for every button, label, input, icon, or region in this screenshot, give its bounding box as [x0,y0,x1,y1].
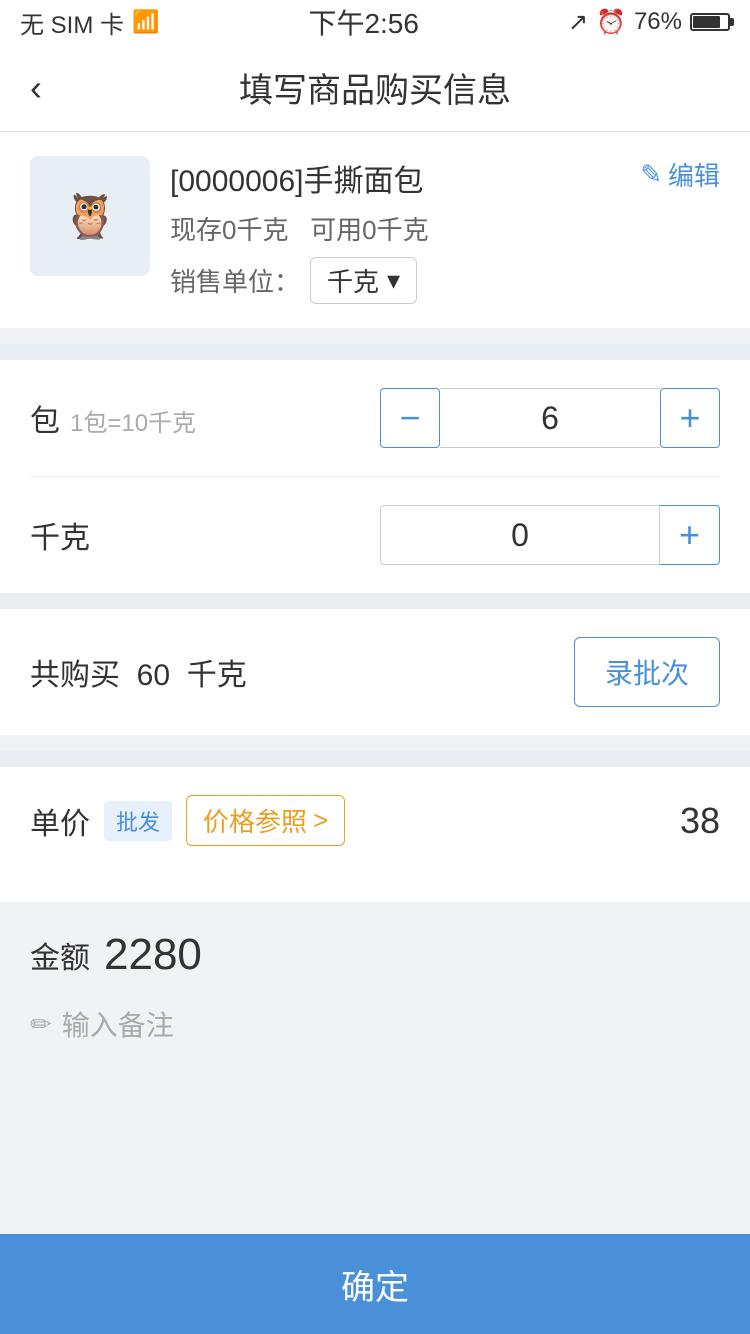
price-value: 38 [680,800,720,842]
price-reference-button[interactable]: 价格参照 > [186,795,345,846]
pack-hint: 1包=10千克 [70,403,196,438]
price-row: 单价 批发 价格参照 > 38 [30,795,720,846]
edit-button[interactable]: ✎ 编辑 [640,156,720,193]
product-info: [0000006]手撕面包 现存0千克 可用0千克 销售单位： 千克 ▾ [170,156,620,304]
pencil-icon: ✏ [30,1009,52,1040]
carrier-text: 无 SIM 卡 [20,5,124,40]
total-label: 共购买 60 千克 [30,650,247,694]
pack-quantity-control: − + [380,388,720,448]
location-icon: ↗ [568,8,588,37]
nav-bar: ‹ 填写商品购买信息 [0,44,750,132]
remark-placeholder[interactable]: 输入备注 [62,1004,174,1044]
confirm-button[interactable]: 确定 [0,1234,750,1334]
price-section: 单价 批发 价格参照 > 38 [0,767,750,902]
section-divider-3 [0,751,750,767]
amount-value: 2280 [104,930,202,980]
status-bar: 无 SIM 卡 📶 下午2:56 ↗ ⏰ 76% [0,0,750,44]
amount-section: 金额 2280 ✏ 输入备注 [0,902,750,1222]
amount-row: 金额 2280 [30,930,720,980]
kg-label: 千克 [30,513,90,557]
pack-quantity-input[interactable] [440,388,660,448]
kg-plus-button[interactable]: + [660,505,720,565]
wifi-icon: 📶 [132,9,159,35]
chevron-right-icon: > [313,805,328,836]
pack-minus-button[interactable]: − [380,388,440,448]
product-thumbnail: 🦉 [63,190,118,242]
pack-row: 包 1包=10千克 − + [30,360,720,477]
section-divider-2 [0,593,750,609]
record-batch-button[interactable]: 录批次 [574,637,720,707]
product-stock: 现存0千克 可用0千克 [170,210,620,247]
price-type-badge: 批发 [104,801,172,841]
status-left: 无 SIM 卡 📶 [20,5,159,40]
price-label: 单价 批发 价格参照 > [30,795,345,846]
remark-row[interactable]: ✏ 输入备注 [30,1004,720,1044]
product-card: 🦉 [0000006]手撕面包 现存0千克 可用0千克 销售单位： 千克 ▾ ✎… [0,132,750,328]
battery-icon [690,13,730,31]
total-section: 共购买 60 千克 录批次 [0,609,750,735]
kg-row: 千克 + [30,477,720,593]
section-divider-1 [0,344,750,360]
unit-select[interactable]: 千克 ▾ [310,257,417,304]
amount-label: 金额 [30,933,90,977]
total-row: 共购买 60 千克 录批次 [30,609,720,735]
back-button[interactable]: ‹ [30,67,42,109]
page-title: 填写商品购买信息 [239,63,511,112]
edit-icon: ✎ [640,159,662,190]
status-time: 下午2:56 [308,2,419,42]
product-image: 🦉 [30,156,150,276]
quantity-section: 包 1包=10千克 − + 千克 + [0,360,750,593]
alarm-icon: ⏰ [596,8,626,37]
status-right: ↗ ⏰ 76% [568,8,730,37]
pack-label: 包 1包=10千克 [30,396,196,440]
pack-plus-button[interactable]: + [660,388,720,448]
product-unit: 销售单位： 千克 ▾ [170,257,620,304]
battery-text: 76% [634,8,682,36]
kg-quantity-control: + [380,505,720,565]
kg-quantity-input[interactable] [380,505,660,565]
chevron-down-icon: ▾ [387,265,400,296]
product-name: [0000006]手撕面包 [170,156,620,200]
